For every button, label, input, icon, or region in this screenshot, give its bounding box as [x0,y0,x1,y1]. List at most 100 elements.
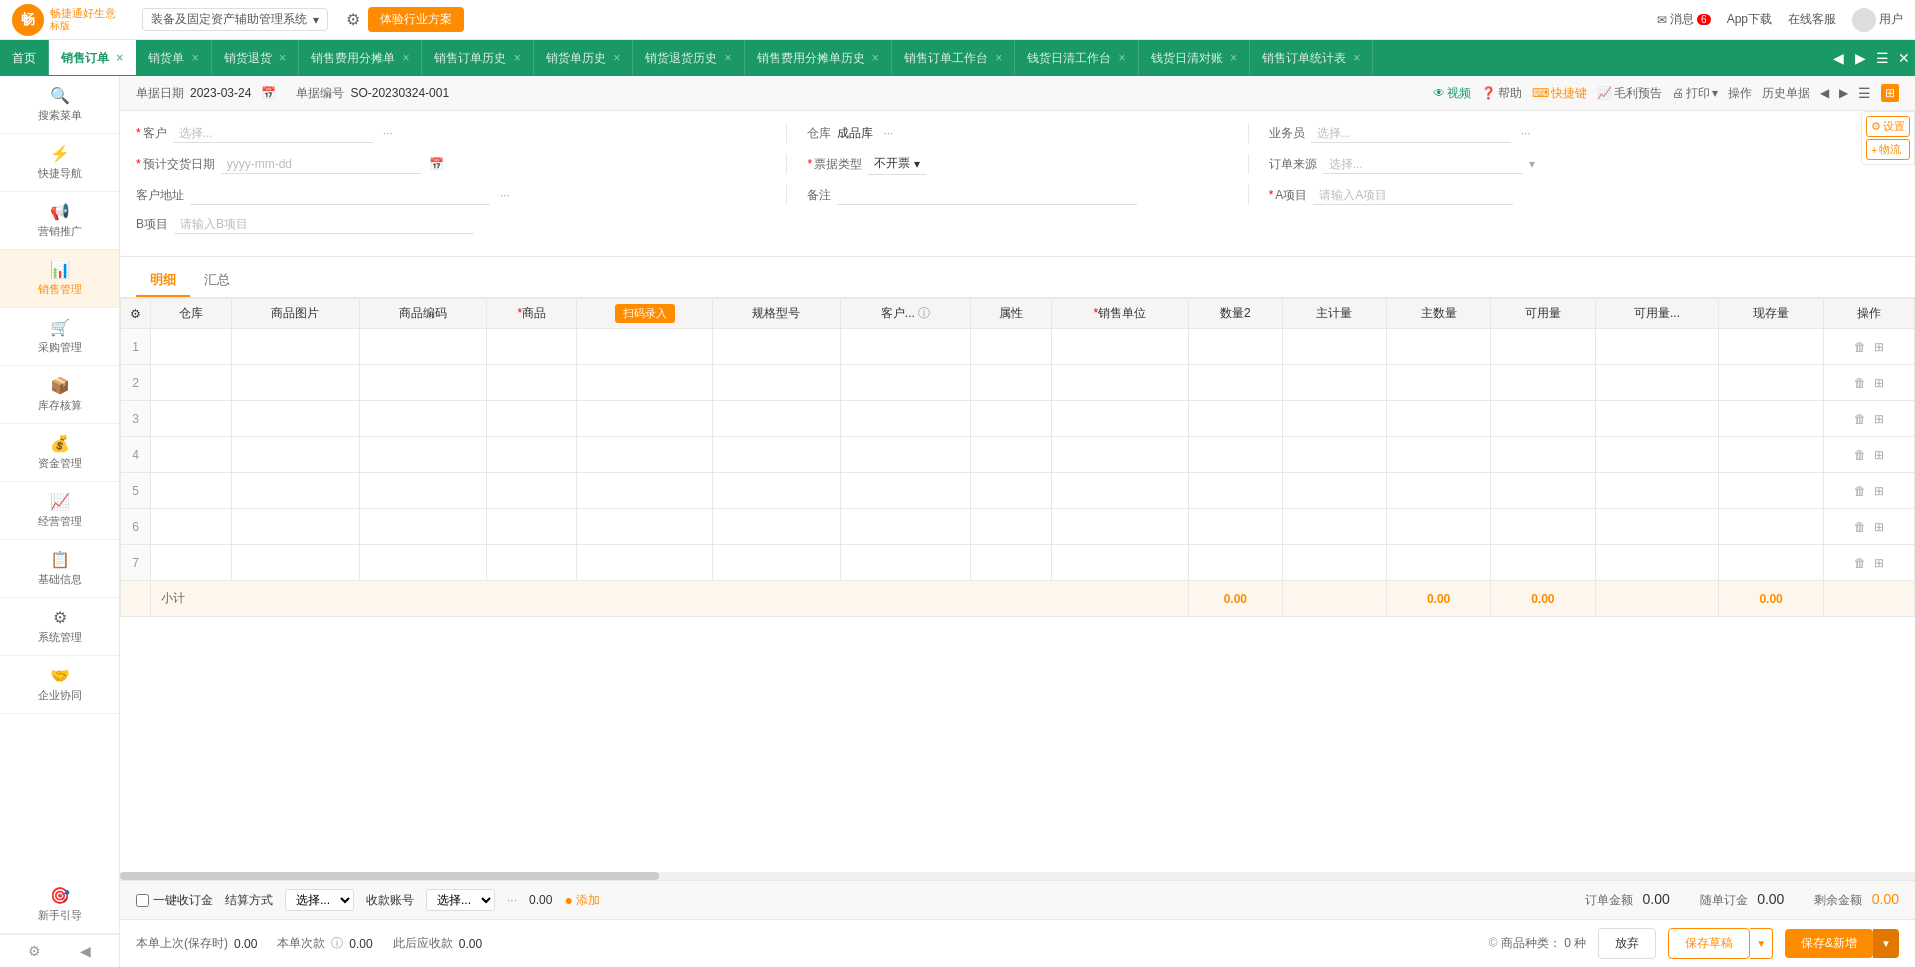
row-customer-code[interactable] [840,329,971,365]
tab-sales-bill[interactable]: 销货单 × [136,40,211,76]
row-product[interactable] [487,329,577,365]
tab-bill-history[interactable]: 销货单历史 × [534,40,633,76]
salesperson-input[interactable] [1311,124,1511,143]
view-list-icon[interactable]: ☰ [1858,85,1871,101]
tab-cash-workbench[interactable]: 钱货日清工作台 × [1015,40,1138,76]
tab-close-icon[interactable]: × [613,51,620,65]
sidebar-item-guide[interactable]: 🎯 新手引导 [0,876,119,934]
customer-input[interactable] [173,124,373,143]
row-warehouse[interactable] [151,365,232,401]
warehouse-more-icon[interactable]: ··· [883,126,893,140]
row-spec[interactable] [712,329,840,365]
discard-button[interactable]: 放弃 [1598,928,1656,959]
sidebar-item-marketing[interactable]: 📢 营销推广 [0,192,119,250]
tab-cash-reconcile[interactable]: 钱货日清对账 × [1139,40,1250,76]
tab-order-history[interactable]: 销售订单历史 × [422,40,533,76]
row-warehouse[interactable] [151,329,232,365]
nav-next-icon[interactable]: ▶ [1839,86,1848,100]
sidebar-item-stock[interactable]: 📦 库存核算 [0,366,119,424]
row-unit[interactable] [1051,329,1188,365]
sidebar-item-nav[interactable]: ⚡ 快捷导航 [0,134,119,192]
sidebar-item-finance[interactable]: 💰 资金管理 [0,424,119,482]
order-source-input[interactable] [1323,155,1523,174]
tab-close-icon[interactable]: × [402,51,409,65]
remark-input[interactable] [837,186,1137,205]
scan-button[interactable]: 扫码录入 [615,304,675,323]
b-project-input[interactable] [174,215,474,234]
row-code[interactable] [359,329,487,365]
row-customer-code[interactable] [840,365,971,401]
row-unit[interactable] [1051,365,1188,401]
account-select[interactable]: 选择... [426,889,495,911]
operate-btn[interactable]: 操作 [1728,85,1752,102]
tab-return-history[interactable]: 销货退货历史 × [633,40,744,76]
delete-icon[interactable]: 🗑 [1854,484,1866,498]
row-code[interactable] [359,401,487,437]
sidebar-item-search[interactable]: 🔍 搜索菜单 [0,76,119,134]
address-more-icon[interactable]: ··· [500,188,510,202]
save-new-button[interactable]: 保存&新增 [1785,929,1873,958]
tab-close-icon[interactable]: × [725,51,732,65]
tab-close-icon[interactable]: × [116,51,123,65]
tab-detail[interactable]: 明细 [136,265,190,297]
tab-close-icon[interactable]: × [1353,51,1360,65]
col-settings[interactable]: ⚙ [121,299,151,329]
row-main-qty[interactable] [1387,329,1491,365]
salesperson-more-icon[interactable]: ··· [1521,126,1531,140]
row-product[interactable] [487,401,577,437]
row-product[interactable] [487,365,577,401]
save-new-dropdown-button[interactable]: ▼ [1873,929,1899,958]
sidebar-item-basic[interactable]: 📋 基础信息 [0,540,119,598]
row-main-qty[interactable] [1387,365,1491,401]
delete-icon[interactable]: 🗑 [1854,376,1866,390]
online-service-btn[interactable]: 在线客服 [1788,11,1836,28]
one-click-checkbox[interactable]: 一键收订金 [136,892,213,909]
copy-icon[interactable]: ⊞ [1874,340,1884,354]
sidebar-item-sales[interactable]: 📊 销售管理 [0,250,119,308]
nav-menu-icon[interactable]: ☰ [1871,40,1893,76]
account-more-icon[interactable]: ··· [507,893,517,907]
scroll-thumb[interactable] [120,872,659,880]
delivery-input[interactable] [221,155,421,174]
tab-home[interactable]: 首页 [0,40,49,76]
row-attribute[interactable] [971,365,1052,401]
float-logistics-btn[interactable]: + 物流 [1866,139,1910,160]
sidebar-item-system[interactable]: ⚙ 系统管理 [0,598,119,656]
view-grid-icon[interactable]: ⊞ [1881,84,1899,102]
save-draft-dropdown-button[interactable]: ▼ [1750,928,1773,959]
customer-more-icon[interactable]: ··· [383,126,393,140]
history-btn[interactable]: 历史单据 [1762,85,1810,102]
row-spec[interactable] [712,365,840,401]
solution-button[interactable]: 体验行业方案 [368,7,464,32]
system-selector[interactable]: 装备及固定资产辅助管理系统 ▾ [142,8,328,31]
tab-summary[interactable]: 汇总 [190,265,244,297]
add-btn[interactable]: ● 添加 [564,892,599,909]
delete-icon[interactable]: 🗑 [1854,448,1866,462]
print-btn[interactable]: 🖨 打印 ▾ [1672,85,1718,102]
tab-close-icon[interactable]: × [872,51,879,65]
view-btn[interactable]: 👁 视频 [1433,85,1471,102]
tab-close-icon[interactable]: × [1119,51,1126,65]
tab-close-icon[interactable]: × [192,51,199,65]
ticket-select[interactable]: 不开票 ▾ [868,153,926,175]
help-btn[interactable]: ❓ 帮助 [1481,85,1522,102]
row-qty2[interactable] [1188,365,1282,401]
tab-close-icon[interactable]: × [1230,51,1237,65]
sidebar-item-management[interactable]: 📈 经营管理 [0,482,119,540]
date-picker-icon[interactable]: 📅 [261,86,276,100]
float-settings-btn[interactable]: ⚙ 设置 [1866,116,1910,137]
calendar-icon[interactable]: 📅 [429,157,444,171]
copy-icon[interactable]: ⊞ [1874,376,1884,390]
tab-close-icon[interactable]: × [995,51,1002,65]
address-input[interactable] [190,186,490,205]
user-avatar[interactable]: 用户 [1852,8,1903,32]
copy-icon[interactable]: ⊞ [1874,556,1884,570]
order-source-dropdown-icon[interactable]: ▾ [1529,157,1535,171]
tab-order-workbench[interactable]: 销售订单工作台 × [892,40,1015,76]
tab-sales-fee[interactable]: 销售费用分摊单 × [299,40,422,76]
shortcut-btn[interactable]: ⌨ 快捷键 [1532,85,1587,102]
a-project-input[interactable] [1313,186,1513,205]
app-download-btn[interactable]: App下载 [1727,11,1772,28]
sidebar-collapse-icon[interactable]: ◀ [80,943,91,959]
row-qty2[interactable] [1188,329,1282,365]
